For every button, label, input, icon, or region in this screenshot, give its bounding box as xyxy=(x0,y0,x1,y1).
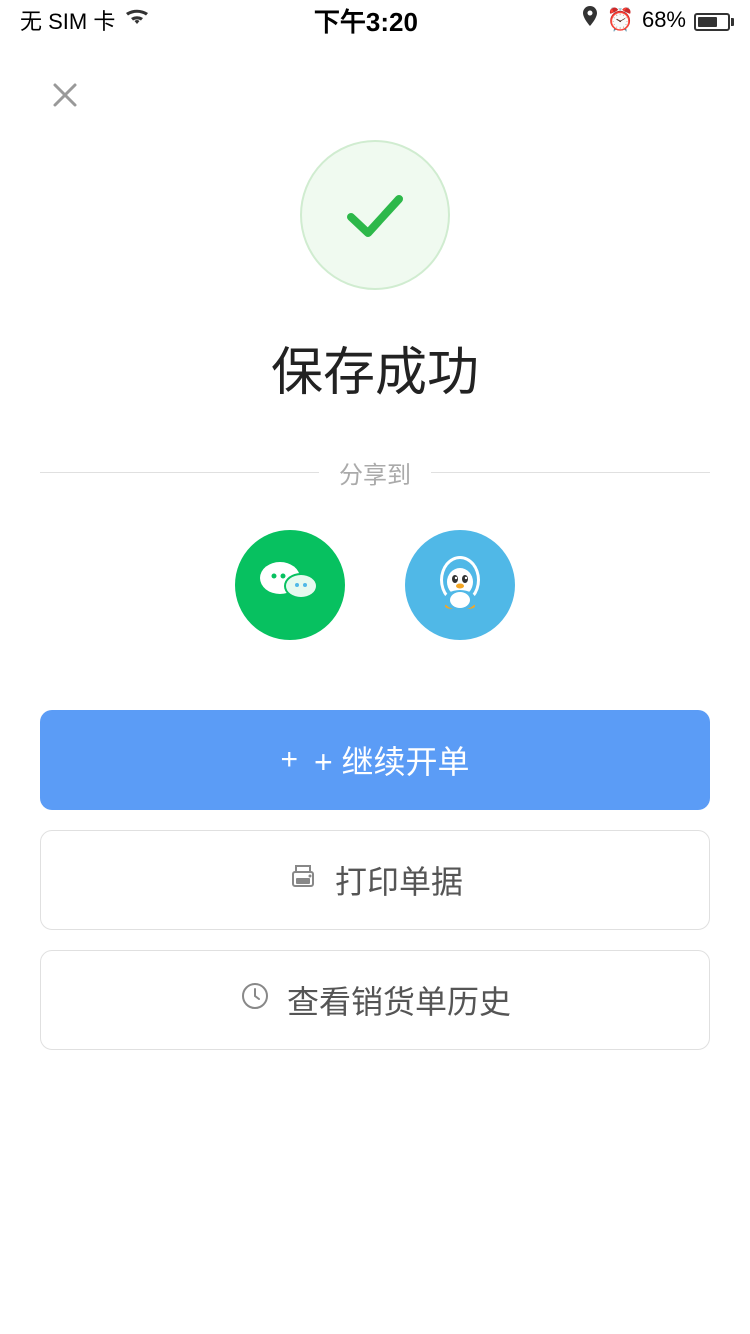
battery-text: 68% xyxy=(642,7,686,33)
clock-icon xyxy=(239,980,271,1020)
checkmark-icon xyxy=(335,175,415,255)
success-title: 保存成功 xyxy=(271,330,479,405)
plus-icon: + xyxy=(280,743,298,777)
battery-icon xyxy=(694,7,730,33)
divider-right xyxy=(431,472,710,473)
share-icons-row xyxy=(235,530,515,640)
status-bar: 无 SIM 卡 下午3:20 ⏰ 68% xyxy=(0,0,750,40)
print-button[interactable]: 打印单据 xyxy=(40,830,710,930)
share-section: 分享到 xyxy=(40,455,710,640)
status-time: 下午3:20 xyxy=(314,2,418,39)
qq-share-button[interactable] xyxy=(405,530,515,640)
divider-row: 分享到 xyxy=(40,455,710,490)
sim-label: 无 SIM 卡 xyxy=(20,4,115,36)
qq-icon xyxy=(428,550,493,620)
main-content: 保存成功 分享到 xyxy=(0,120,750,1334)
location-icon xyxy=(581,6,599,34)
history-label: 查看销货单历史 xyxy=(287,977,511,1023)
status-right: ⏰ 68% xyxy=(581,6,730,34)
wifi-icon xyxy=(123,6,151,34)
continue-button[interactable]: + + 继续开单 xyxy=(40,710,710,810)
success-icon-circle xyxy=(300,140,450,290)
close-button[interactable] xyxy=(40,70,90,120)
history-button[interactable]: 查看销货单历史 xyxy=(40,950,710,1050)
status-left: 无 SIM 卡 xyxy=(20,4,151,36)
alarm-icon: ⏰ xyxy=(607,7,634,33)
divider-left xyxy=(40,472,319,473)
continue-label: + 继续开单 xyxy=(314,737,470,783)
print-label: 打印单据 xyxy=(335,857,463,903)
share-label: 分享到 xyxy=(339,455,411,490)
wechat-icon xyxy=(258,558,323,613)
action-buttons: + + 继续开单 打印单据 查看销货单历 xyxy=(40,710,710,1050)
wechat-share-button[interactable] xyxy=(235,530,345,640)
printer-icon xyxy=(287,860,319,900)
